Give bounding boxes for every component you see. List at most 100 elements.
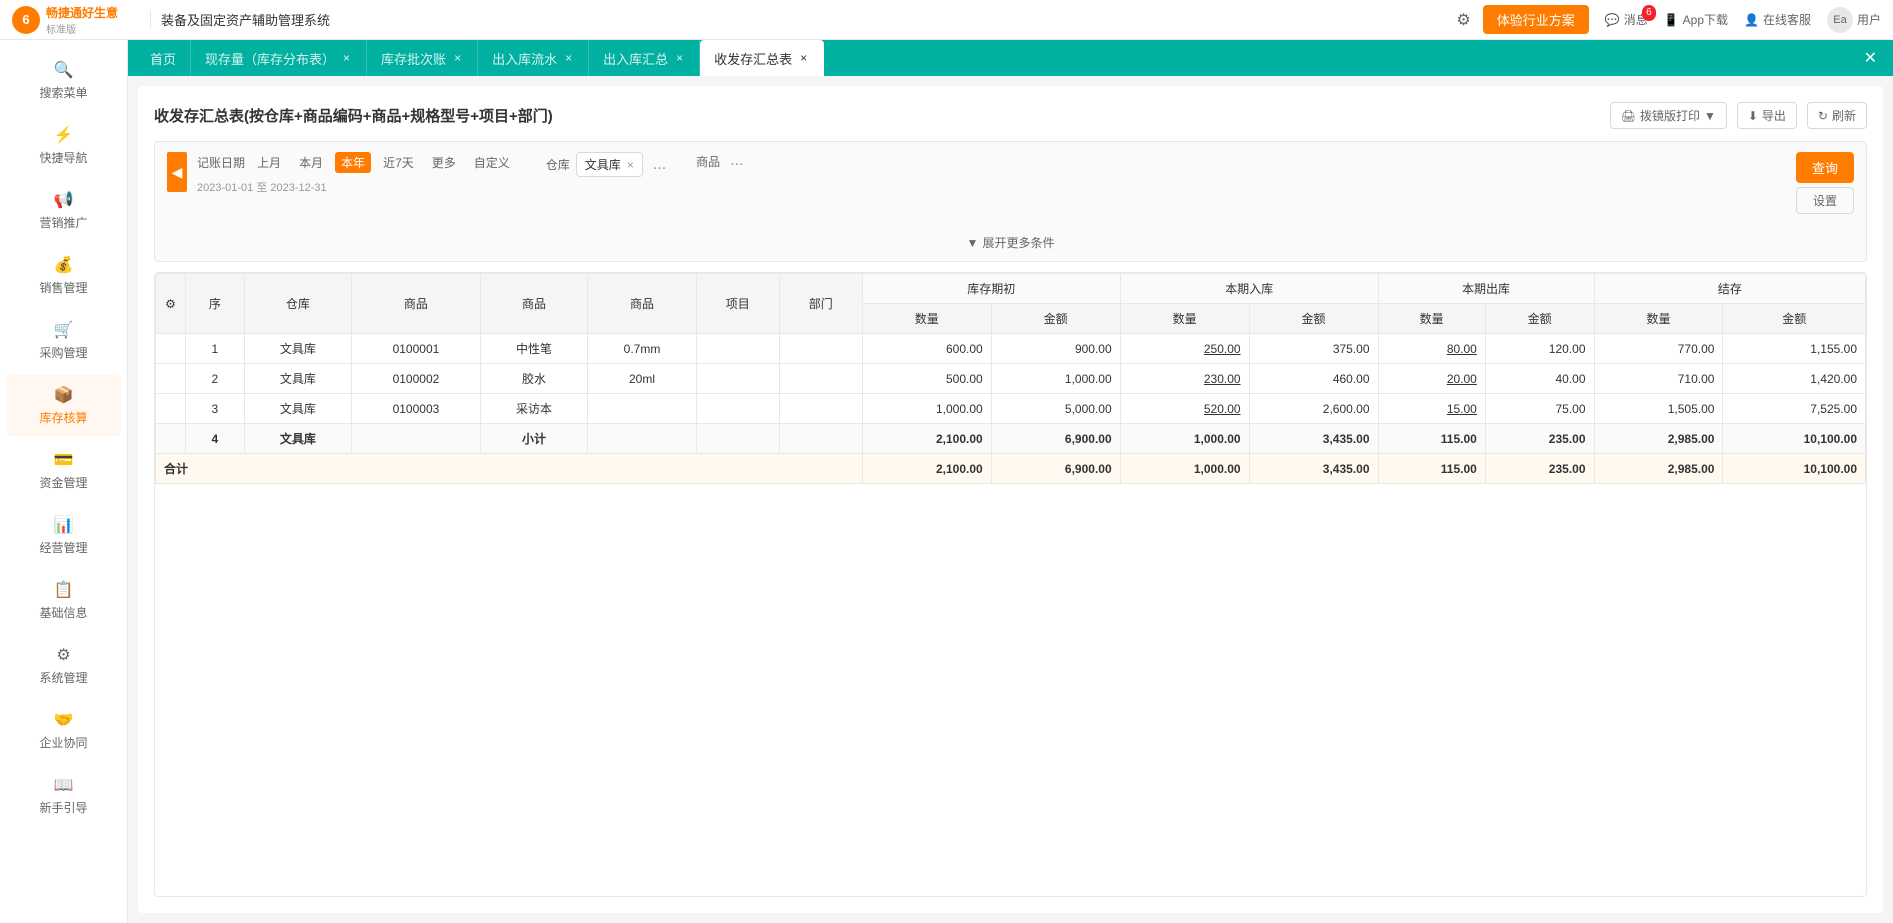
- row-settings-cell: [156, 364, 186, 394]
- row-in-qty[interactable]: 250.00: [1120, 334, 1249, 364]
- row-bal-qty: 1,505.00: [1594, 394, 1723, 424]
- row-out-qty: 115.00: [1378, 424, 1485, 454]
- filter-date-group: 记账日期 上月 本月 本年 近7天 更多 自定义 2023-01-01 至 20…: [197, 152, 516, 195]
- row-project: [696, 424, 779, 454]
- export-button[interactable]: ⬇ 导出: [1737, 102, 1797, 129]
- trial-button[interactable]: 体验行业方案: [1483, 5, 1589, 34]
- tab-batch-account[interactable]: 库存批次账 ×: [367, 40, 478, 76]
- row-open-amt: 1,000.00: [991, 364, 1120, 394]
- online-service-button[interactable]: 👤 在线客服: [1744, 11, 1811, 28]
- sidebar-item-quicknav[interactable]: ⚡ 快捷导航: [6, 115, 121, 176]
- app-download-button[interactable]: 📱 App下载: [1664, 11, 1728, 28]
- header-buttons: 🖨 拨镜版打印 ▼ ⬇ 导出 ↻ 刷新: [1610, 102, 1867, 129]
- tab-close-button[interactable]: ×: [341, 51, 352, 65]
- close-all-tabs-button[interactable]: ✕: [1856, 48, 1885, 68]
- col-header-balance: 结存: [1594, 274, 1866, 304]
- col-header-open-amt: 金额: [991, 304, 1120, 334]
- date-this-year-button[interactable]: 本年: [335, 152, 371, 173]
- sidebar-item-label: 企业协同: [39, 734, 87, 751]
- print-button[interactable]: 🖨 拨镜版打印 ▼: [1610, 102, 1727, 129]
- warehouse-label: 仓库: [546, 156, 570, 173]
- row-bal-amt: 10,100.00: [1723, 424, 1866, 454]
- warehouse-tag[interactable]: 文具库 ×: [576, 152, 643, 177]
- basicinfo-icon: 📋: [54, 580, 74, 600]
- date-last-month-button[interactable]: 上月: [251, 152, 287, 173]
- sidebar-item-enterprise[interactable]: 🤝 企业协同: [6, 700, 121, 761]
- row-spec: 0.7mm: [588, 334, 697, 364]
- row-warehouse: 文具库: [244, 334, 351, 364]
- warehouse-filter-group: 仓库 文具库 × ...: [546, 152, 666, 177]
- row-project: [696, 364, 779, 394]
- messages-button[interactable]: 💬 消息 6: [1605, 11, 1648, 28]
- tab-label: 首页: [150, 49, 176, 68]
- query-button[interactable]: 查询: [1796, 152, 1854, 183]
- date-7days-button[interactable]: 近7天: [377, 152, 420, 173]
- tab-close-button[interactable]: ×: [452, 51, 463, 65]
- filter-row: ◀ 记账日期 上月 本月 本年 近7天 更多 自定义 2023: [167, 152, 1854, 214]
- date-custom-button[interactable]: 自定义: [468, 152, 516, 173]
- settings-icon: ⚙: [165, 297, 176, 311]
- sidebar-item-inventory[interactable]: 📦 库存核算: [6, 375, 121, 436]
- col-header-warehouse: 仓库: [244, 274, 351, 334]
- sidebar-item-search[interactable]: 🔍 搜索菜单: [6, 50, 121, 111]
- settings-col-header[interactable]: ⚙: [156, 274, 186, 334]
- sidebar-item-finance[interactable]: 💳 资金管理: [6, 440, 121, 501]
- row-name: 胶水: [480, 364, 587, 394]
- row-in-qty[interactable]: 520.00: [1120, 394, 1249, 424]
- col-header-out-qty: 数量: [1378, 304, 1485, 334]
- tab-close-button[interactable]: ×: [798, 51, 809, 65]
- sidebar-item-sales[interactable]: 💰 销售管理: [6, 245, 121, 306]
- col-header-index: 序: [186, 274, 245, 334]
- tab-close-button[interactable]: ×: [563, 51, 574, 65]
- table-row: 1文具库0100001中性笔0.7mm600.00900.00250.00375…: [156, 334, 1866, 364]
- page-header: 收发存汇总表(按仓库+商品编码+商品+规格型号+项目+部门) 🖨 拨镜版打印 ▼…: [154, 102, 1867, 129]
- sidebar-item-purchase[interactable]: 🛒 采购管理: [6, 310, 121, 371]
- row-in-qty[interactable]: 230.00: [1120, 364, 1249, 394]
- footer-out-qty: 115.00: [1378, 454, 1485, 484]
- row-idx: 2: [186, 364, 245, 394]
- tab-home[interactable]: 首页: [136, 40, 191, 76]
- warehouse-more-button[interactable]: ...: [653, 156, 666, 174]
- sidebar-item-label: 系统管理: [39, 669, 87, 686]
- sidebar-item-marketing[interactable]: 📢 营销推广: [6, 180, 121, 241]
- sidebar-item-basicinfo[interactable]: 📋 基础信息: [6, 570, 121, 631]
- goods-more-button[interactable]: ...: [730, 152, 743, 170]
- sidebar-item-system[interactable]: ⚙ 系统管理: [6, 635, 121, 696]
- operations-icon: 📊: [54, 515, 74, 535]
- warehouse-tag-close[interactable]: ×: [627, 158, 634, 172]
- tab-stock-distribution[interactable]: 现存量（库存分布表） ×: [191, 40, 367, 76]
- goods-label: 商品: [696, 153, 720, 170]
- finance-icon: 💳: [54, 450, 74, 470]
- row-open-qty: 2,100.00: [862, 424, 991, 454]
- refresh-icon: ↻: [1818, 109, 1828, 123]
- expand-conditions-button[interactable]: ▼ 展开更多条件: [967, 234, 1055, 251]
- sidebar-item-guide[interactable]: 📖 新手引导: [6, 765, 121, 826]
- row-department: [779, 424, 862, 454]
- row-department: [779, 334, 862, 364]
- top-bar: 6 畅捷通好生意 标准版 装备及固定资产辅助管理系统 ⚙ 体验行业方案 💬 消息…: [0, 0, 1893, 40]
- messages-badge: 6: [1642, 5, 1656, 21]
- row-warehouse: 文具库: [244, 364, 351, 394]
- sidebar: 🔍 搜索菜单 ⚡ 快捷导航 📢 营销推广 💰 销售管理 🛒 采购管理 📦 库存核…: [0, 40, 128, 923]
- row-idx: 4: [186, 424, 245, 454]
- row-open-qty: 600.00: [862, 334, 991, 364]
- row-out-qty[interactable]: 20.00: [1378, 364, 1485, 394]
- filter-collapse-button[interactable]: ◀: [167, 152, 187, 192]
- sidebar-item-operations[interactable]: 📊 经营管理: [6, 505, 121, 566]
- tab-inout-summary[interactable]: 出入库汇总 ×: [589, 40, 700, 76]
- refresh-button[interactable]: ↻ 刷新: [1807, 102, 1867, 129]
- tab-close-button[interactable]: ×: [674, 51, 685, 65]
- row-out-qty[interactable]: 15.00: [1378, 394, 1485, 424]
- tab-inout-flow[interactable]: 出入库流水 ×: [478, 40, 589, 76]
- row-out-qty[interactable]: 80.00: [1378, 334, 1485, 364]
- sidebar-item-label: 销售管理: [39, 279, 87, 296]
- set-button[interactable]: 设置: [1796, 187, 1854, 214]
- settings-button[interactable]: ⚙: [1456, 10, 1470, 30]
- footer-open-amt: 6,900.00: [991, 454, 1120, 484]
- marketing-icon: 📢: [54, 190, 74, 210]
- user-menu-button[interactable]: Ea 用户: [1827, 7, 1881, 33]
- date-more-button[interactable]: 更多: [426, 152, 462, 173]
- sidebar-item-label: 经营管理: [39, 539, 87, 556]
- tab-stock-summary[interactable]: 收发存汇总表 ×: [700, 40, 824, 76]
- date-this-month-button[interactable]: 本月: [293, 152, 329, 173]
